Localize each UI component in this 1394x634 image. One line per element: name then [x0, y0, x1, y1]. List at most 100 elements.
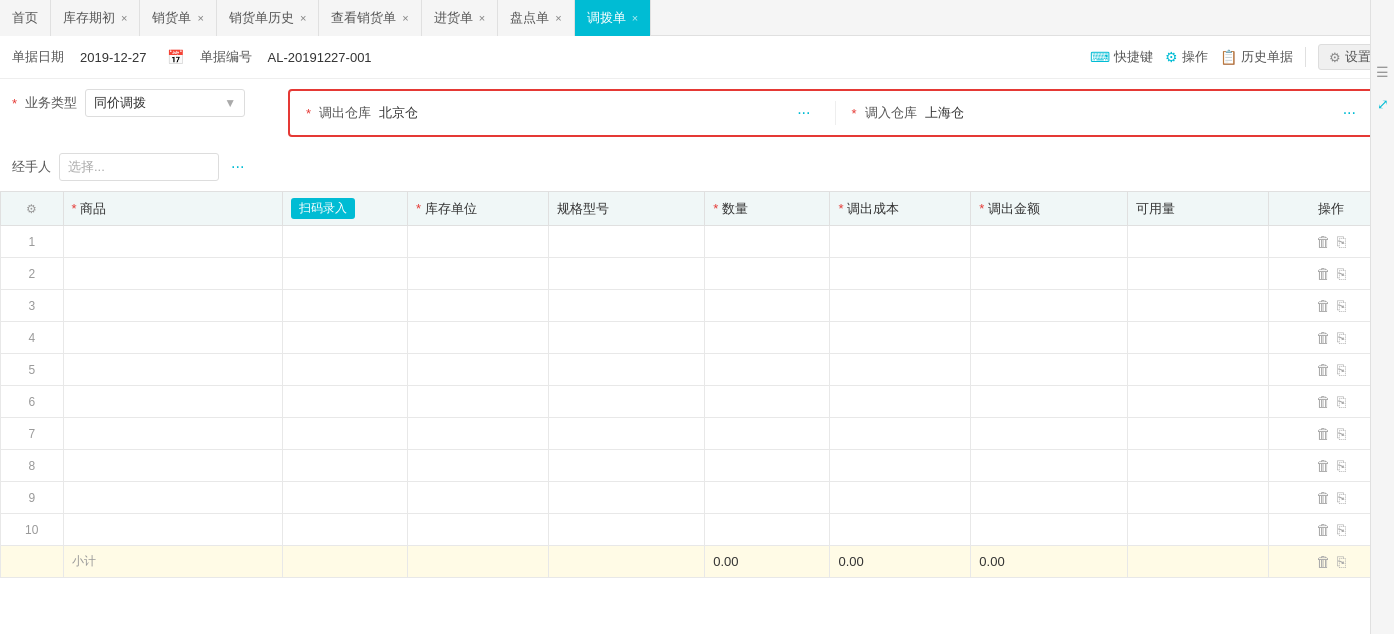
cell-amount[interactable]: [971, 290, 1128, 322]
cell-qty[interactable]: [705, 418, 830, 450]
cell-spec[interactable]: [548, 482, 705, 514]
operations-button[interactable]: ⚙ 操作: [1165, 48, 1208, 66]
cell-qty[interactable]: [705, 322, 830, 354]
delete-icon[interactable]: 🗑: [1316, 425, 1331, 442]
delete-icon[interactable]: 🗑: [1316, 393, 1331, 410]
cell-product[interactable]: [63, 514, 282, 546]
business-type-select[interactable]: 同价调拨 ▼: [85, 89, 245, 117]
person-more-icon[interactable]: ···: [231, 158, 244, 176]
delete-icon[interactable]: 🗑: [1316, 553, 1331, 570]
cell-unit[interactable]: [407, 418, 548, 450]
tab-inventory-init[interactable]: 库存期初 ×: [51, 0, 140, 36]
history-button[interactable]: 📋 历史单据: [1220, 48, 1293, 66]
cell-available[interactable]: [1127, 386, 1268, 418]
cell-spec[interactable]: [548, 258, 705, 290]
tab-stocktake[interactable]: 盘点单 ×: [498, 0, 574, 36]
cell-unit[interactable]: [407, 450, 548, 482]
cell-product[interactable]: [63, 482, 282, 514]
sidebar-expand-icon[interactable]: ⤢: [1373, 92, 1393, 116]
tab-sales-history[interactable]: 销货单历史 ×: [217, 0, 319, 36]
cell-available[interactable]: [1127, 258, 1268, 290]
cell-qty[interactable]: [705, 258, 830, 290]
cell-spec[interactable]: [548, 450, 705, 482]
delete-icon[interactable]: 🗑: [1316, 297, 1331, 314]
cell-cost[interactable]: [830, 226, 971, 258]
cell-available[interactable]: [1127, 450, 1268, 482]
delete-icon[interactable]: 🗑: [1316, 265, 1331, 282]
tab-home[interactable]: 首页: [0, 0, 51, 36]
tab-inventory-init-close[interactable]: ×: [121, 12, 127, 24]
cell-product[interactable]: [63, 450, 282, 482]
cell-available[interactable]: [1127, 418, 1268, 450]
cell-spec[interactable]: [548, 514, 705, 546]
cell-available[interactable]: [1127, 546, 1268, 578]
delete-icon[interactable]: 🗑: [1316, 457, 1331, 474]
cell-cost[interactable]: [830, 290, 971, 322]
cell-amount[interactable]: [971, 386, 1128, 418]
copy-icon[interactable]: ⎘: [1337, 457, 1346, 474]
delete-icon[interactable]: 🗑: [1316, 329, 1331, 346]
cell-available[interactable]: [1127, 354, 1268, 386]
cell-qty[interactable]: [705, 354, 830, 386]
cell-amount[interactable]: [971, 514, 1128, 546]
cell-qty[interactable]: [705, 290, 830, 322]
cell-product[interactable]: [63, 354, 282, 386]
cell-spec[interactable]: [548, 418, 705, 450]
cell-qty[interactable]: [705, 482, 830, 514]
cell-cost[interactable]: [830, 514, 971, 546]
copy-icon[interactable]: ⎘: [1337, 233, 1346, 250]
cell-unit[interactable]: [407, 482, 548, 514]
cell-cost[interactable]: [830, 258, 971, 290]
tab-purchase[interactable]: 进货单 ×: [422, 0, 498, 36]
copy-icon[interactable]: ⎘: [1337, 489, 1346, 506]
cell-cost[interactable]: 0.00: [830, 546, 971, 578]
th-settings[interactable]: ⚙: [1, 192, 64, 226]
cell-unit[interactable]: [407, 290, 548, 322]
cell-cost[interactable]: [830, 354, 971, 386]
copy-icon[interactable]: ⎘: [1337, 425, 1346, 442]
cell-unit[interactable]: [407, 386, 548, 418]
transfer-out-more-icon[interactable]: ···: [789, 104, 818, 122]
cell-unit[interactable]: [407, 354, 548, 386]
subtotal-label[interactable]: 小计: [63, 546, 282, 578]
copy-icon[interactable]: ⎘: [1337, 361, 1346, 378]
delete-icon[interactable]: 🗑: [1316, 489, 1331, 506]
cell-qty[interactable]: 0.00: [705, 546, 830, 578]
tab-sales-order[interactable]: 销货单 ×: [140, 0, 216, 36]
tab-transfer[interactable]: 调拨单 ×: [575, 0, 651, 36]
cell-product[interactable]: [63, 258, 282, 290]
cell-amount[interactable]: [971, 354, 1128, 386]
person-select[interactable]: 选择...: [59, 153, 219, 181]
cell-product[interactable]: [63, 386, 282, 418]
tab-stocktake-close[interactable]: ×: [555, 12, 561, 24]
cell-available[interactable]: [1127, 482, 1268, 514]
calendar-icon[interactable]: 📅: [167, 49, 184, 65]
scan-button[interactable]: 扫码录入: [291, 198, 355, 219]
cell-cost[interactable]: [830, 322, 971, 354]
cell-product[interactable]: [63, 418, 282, 450]
cell-spec[interactable]: [548, 290, 705, 322]
copy-icon[interactable]: ⎘: [1337, 521, 1346, 538]
cell-amount[interactable]: 0.00: [971, 546, 1128, 578]
cell-qty[interactable]: [705, 226, 830, 258]
shortcuts-button[interactable]: ⌨ 快捷键: [1090, 48, 1153, 66]
cell-product[interactable]: [63, 226, 282, 258]
cell-qty[interactable]: [705, 386, 830, 418]
delete-icon[interactable]: 🗑: [1316, 521, 1331, 538]
cell-amount[interactable]: [971, 226, 1128, 258]
cell-spec[interactable]: [548, 546, 705, 578]
cell-unit[interactable]: [407, 322, 548, 354]
cell-unit[interactable]: [407, 258, 548, 290]
cell-spec[interactable]: [548, 322, 705, 354]
cell-spec[interactable]: [548, 386, 705, 418]
cell-available[interactable]: [1127, 514, 1268, 546]
cell-cost[interactable]: [830, 450, 971, 482]
cell-cost[interactable]: [830, 482, 971, 514]
cell-product[interactable]: [63, 290, 282, 322]
tab-view-sales[interactable]: 查看销货单 ×: [319, 0, 421, 36]
copy-icon[interactable]: ⎘: [1337, 393, 1346, 410]
tab-transfer-close[interactable]: ×: [632, 12, 638, 24]
cell-available[interactable]: [1127, 322, 1268, 354]
cell-available[interactable]: [1127, 226, 1268, 258]
cell-cost[interactable]: [830, 386, 971, 418]
